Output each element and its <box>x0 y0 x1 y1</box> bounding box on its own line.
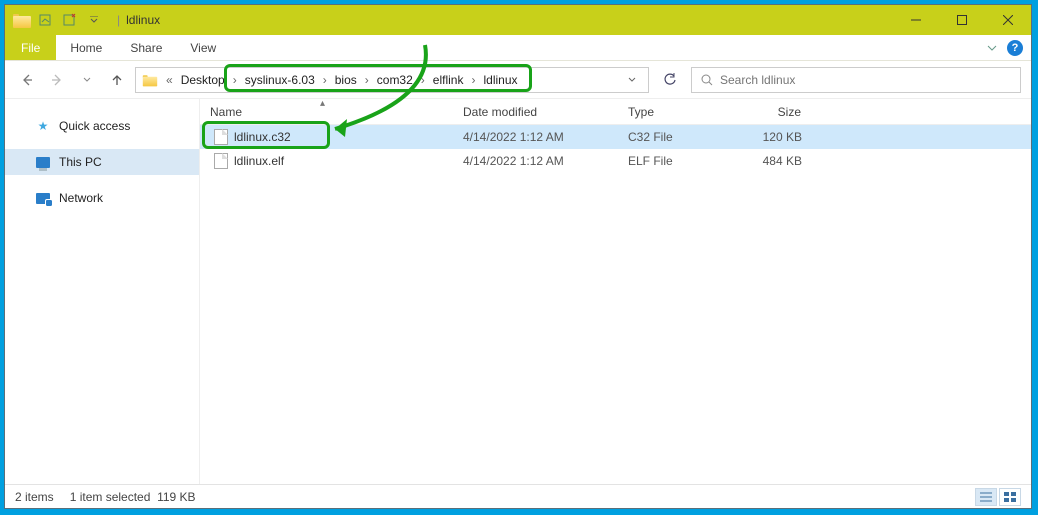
navbar: « Desktop › syslinux-6.03 › bios › com32… <box>5 61 1031 99</box>
navpane-this-pc[interactable]: This PC <box>5 149 199 175</box>
crumb-desktop[interactable]: Desktop <box>177 71 229 89</box>
folder-icon <box>11 9 33 31</box>
file-name: ldlinux.elf <box>234 154 284 168</box>
crumb-ldlinux[interactable]: ldlinux <box>479 71 521 89</box>
col-name[interactable]: Name <box>200 105 455 119</box>
chevron-right-icon[interactable]: › <box>363 73 371 87</box>
file-icon <box>214 153 228 169</box>
chevron-right-icon[interactable]: › <box>469 73 477 87</box>
star-icon: ★ <box>35 118 51 134</box>
qat-new-folder-button[interactable] <box>59 9 81 31</box>
close-button[interactable] <box>985 5 1031 35</box>
explorer-window: | ldlinux File Home Share View ? « Deskt <box>4 4 1032 509</box>
col-size[interactable]: Size <box>720 105 810 119</box>
file-list-pane: ▴ Name Date modified Type Size ldlinux.c… <box>200 99 1031 484</box>
tab-share[interactable]: Share <box>116 35 176 60</box>
breadcrumb-overflow[interactable]: « <box>164 73 175 87</box>
file-type: ELF File <box>620 154 720 168</box>
view-mode-buttons <box>975 488 1021 506</box>
file-size: 120 KB <box>720 130 810 144</box>
quick-access-toolbar <box>5 9 111 31</box>
crumb-bios[interactable]: bios <box>331 71 361 89</box>
col-date[interactable]: Date modified <box>455 105 620 119</box>
file-date: 4/14/2022 1:12 AM <box>455 154 620 168</box>
navpane-label: This PC <box>59 155 102 169</box>
search-icon <box>700 73 714 87</box>
recent-dropdown[interactable] <box>75 68 99 92</box>
tab-view[interactable]: View <box>176 35 230 60</box>
minimize-button[interactable] <box>893 5 939 35</box>
address-bar[interactable]: « Desktop › syslinux-6.03 › bios › com32… <box>135 67 649 93</box>
forward-button[interactable] <box>45 68 69 92</box>
network-icon <box>35 190 51 206</box>
folder-icon <box>140 72 160 88</box>
file-row[interactable]: ldlinux.c32 4/14/2022 1:12 AM C32 File 1… <box>200 125 1031 149</box>
view-thumbnails-button[interactable] <box>999 488 1021 506</box>
navpane-label: Quick access <box>59 119 130 133</box>
chevron-right-icon[interactable]: › <box>419 73 427 87</box>
sort-indicator-icon: ▴ <box>320 98 325 109</box>
window-controls <box>893 5 1031 35</box>
body: ★ Quick access This PC Network ▴ Name Da… <box>5 99 1031 484</box>
file-rows: ldlinux.c32 4/14/2022 1:12 AM C32 File 1… <box>200 125 1031 484</box>
status-selection-size: 119 KB <box>157 490 195 504</box>
view-details-button[interactable] <box>975 488 997 506</box>
up-button[interactable] <box>105 68 129 92</box>
back-button[interactable] <box>15 68 39 92</box>
refresh-button[interactable] <box>655 73 685 87</box>
chevron-right-icon[interactable]: › <box>321 73 329 87</box>
monitor-icon <box>35 154 51 170</box>
breadcrumb: « Desktop › syslinux-6.03 › bios › com32… <box>164 71 522 89</box>
chevron-right-icon[interactable]: › <box>231 73 239 87</box>
file-name: ldlinux.c32 <box>234 130 291 144</box>
status-bar: 2 items 1 item selected 119 KB <box>5 484 1031 508</box>
file-row[interactable]: ldlinux.elf 4/14/2022 1:12 AM ELF File 4… <box>200 149 1031 173</box>
qat-customize-button[interactable] <box>83 9 105 31</box>
address-dropdown[interactable] <box>620 76 644 84</box>
file-date: 4/14/2022 1:12 AM <box>455 130 620 144</box>
file-icon <box>214 129 228 145</box>
tab-home[interactable]: Home <box>56 35 116 60</box>
window-title: ldlinux <box>126 13 160 27</box>
file-tab[interactable]: File <box>5 35 56 60</box>
status-item-count: 2 items <box>15 490 54 504</box>
crumb-elflink[interactable]: elflink <box>429 71 468 89</box>
titlebar: | ldlinux <box>5 5 1031 35</box>
qat-properties-button[interactable] <box>35 9 57 31</box>
navigation-pane: ★ Quick access This PC Network <box>5 99 200 484</box>
navpane-label: Network <box>59 191 103 205</box>
search-input[interactable] <box>720 73 1012 87</box>
col-type[interactable]: Type <box>620 105 720 119</box>
ribbon: File Home Share View ? <box>5 35 1031 61</box>
navpane-quick-access[interactable]: ★ Quick access <box>5 113 199 139</box>
status-selection: 1 item selected <box>70 490 151 504</box>
title-separator: | <box>117 13 120 27</box>
search-box[interactable] <box>691 67 1021 93</box>
file-type: C32 File <box>620 130 720 144</box>
navpane-network[interactable]: Network <box>5 185 199 211</box>
crumb-syslinux[interactable]: syslinux-6.03 <box>241 71 319 89</box>
column-headers: ▴ Name Date modified Type Size <box>200 99 1031 125</box>
help-button[interactable]: ? <box>1007 40 1023 56</box>
file-size: 484 KB <box>720 154 810 168</box>
crumb-com32[interactable]: com32 <box>373 71 417 89</box>
maximize-button[interactable] <box>939 5 985 35</box>
ribbon-expand-button[interactable] <box>987 43 997 53</box>
